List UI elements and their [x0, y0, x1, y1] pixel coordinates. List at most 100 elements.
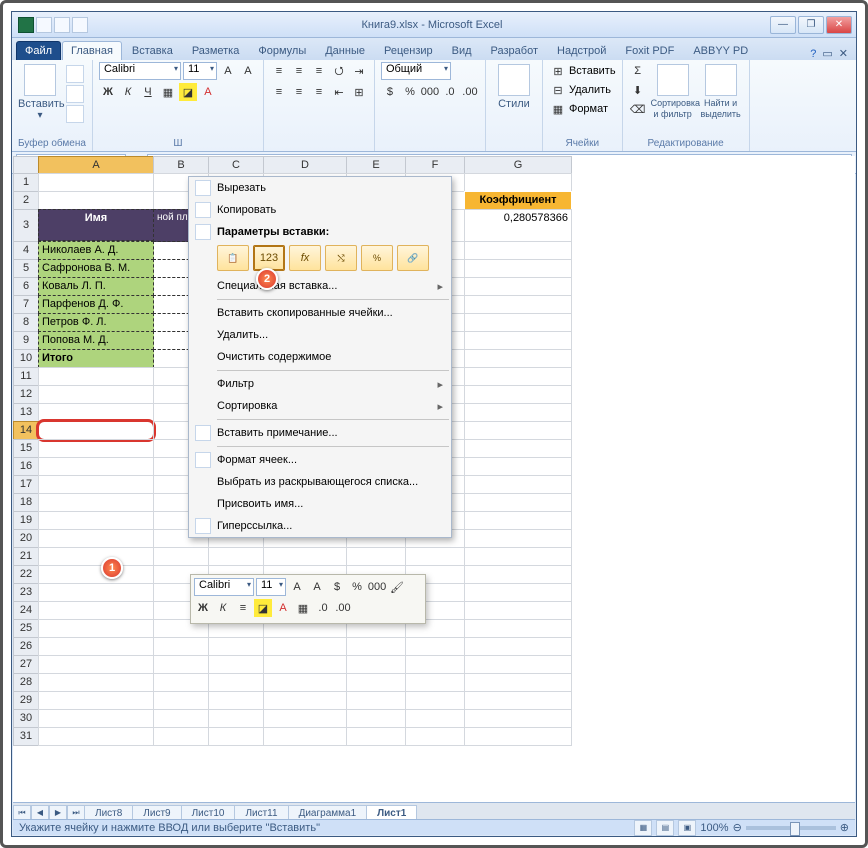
tab-view[interactable]: Вид: [443, 41, 481, 60]
cell[interactable]: [464, 367, 572, 386]
cell[interactable]: [38, 727, 154, 746]
col-header-A[interactable]: A: [38, 156, 154, 174]
font-name-combo[interactable]: Calibri: [99, 62, 181, 80]
cell[interactable]: [263, 547, 347, 566]
cell[interactable]: Попова М. Д.: [38, 331, 154, 350]
indent-dec-icon[interactable]: ⇤: [330, 83, 348, 101]
font-color-icon[interactable]: A: [199, 83, 217, 101]
col-header-E[interactable]: E: [346, 156, 406, 174]
cell[interactable]: [464, 349, 572, 368]
row-header-27[interactable]: 27: [13, 655, 39, 674]
orientation-icon[interactable]: ⭯: [330, 62, 348, 80]
tab-file[interactable]: Файл: [16, 41, 61, 60]
cell[interactable]: [38, 565, 154, 584]
cell[interactable]: [208, 655, 264, 674]
cell[interactable]: [38, 191, 154, 210]
mini-grow-font-icon[interactable]: A: [288, 578, 306, 596]
align-mid-icon[interactable]: ≡: [290, 62, 308, 80]
cell[interactable]: [38, 619, 154, 638]
tab-dev[interactable]: Разработ: [482, 41, 547, 60]
cell[interactable]: [208, 691, 264, 710]
row-header-1[interactable]: 1: [13, 173, 39, 192]
cell[interactable]: [208, 727, 264, 746]
mini-center-icon[interactable]: ≡: [234, 599, 252, 617]
mini-bold-button[interactable]: Ж: [194, 599, 212, 617]
cell[interactable]: [38, 475, 154, 494]
row-header-28[interactable]: 28: [13, 673, 39, 692]
number-format-combo[interactable]: Общий: [381, 62, 451, 80]
view-break-icon[interactable]: ▣: [678, 820, 696, 836]
font-size-combo[interactable]: 11: [183, 62, 217, 80]
view-normal-icon[interactable]: ▦: [634, 820, 652, 836]
underline-button[interactable]: Ч: [139, 83, 157, 101]
insert-cells-icon[interactable]: ⊞: [549, 62, 567, 80]
row-header-13[interactable]: 13: [13, 403, 39, 422]
cell[interactable]: [464, 331, 572, 350]
mini-fill-color-icon[interactable]: ◪: [254, 599, 272, 617]
doc-close-icon[interactable]: ✕: [839, 47, 848, 60]
qat-save-icon[interactable]: [36, 17, 52, 33]
ctx-delete[interactable]: Удалить...: [189, 324, 451, 346]
cell[interactable]: [38, 637, 154, 656]
cell[interactable]: [464, 655, 572, 674]
clear-icon[interactable]: ⌫: [629, 100, 647, 118]
cell[interactable]: [153, 691, 209, 710]
mini-shrink-font-icon[interactable]: A: [308, 578, 326, 596]
cell[interactable]: [464, 673, 572, 692]
cell[interactable]: [38, 583, 154, 602]
row-header-30[interactable]: 30: [13, 709, 39, 728]
tab-foxit[interactable]: Foxit PDF: [616, 41, 683, 60]
paste-button[interactable]: Вставить ▾: [18, 62, 62, 121]
mini-inc-dec-icon[interactable]: .0: [314, 599, 332, 617]
mini-comma-icon[interactable]: 000: [368, 578, 386, 596]
sort-filter-button[interactable]: Сортировка и фильтр: [651, 62, 695, 120]
ctx-filter[interactable]: Фильтр▸: [189, 373, 451, 395]
row-header-6[interactable]: 6: [13, 277, 39, 296]
cell[interactable]: [464, 277, 572, 296]
cell[interactable]: [464, 583, 572, 602]
cell[interactable]: [38, 457, 154, 476]
cell[interactable]: [38, 439, 154, 458]
row-header-9[interactable]: 9: [13, 331, 39, 350]
paste-opt-all[interactable]: 📋: [217, 245, 249, 271]
cell[interactable]: [405, 691, 465, 710]
cell[interactable]: [346, 673, 406, 692]
row-header-5[interactable]: 5: [13, 259, 39, 278]
row-header-2[interactable]: 2: [13, 191, 39, 210]
minimize-button[interactable]: —: [770, 16, 796, 34]
cell[interactable]: [464, 565, 572, 584]
cell[interactable]: [38, 709, 154, 728]
cell[interactable]: [464, 709, 572, 728]
cell[interactable]: [405, 709, 465, 728]
cell[interactable]: [38, 173, 154, 192]
cell[interactable]: [38, 403, 154, 422]
mini-italic-button[interactable]: К: [214, 599, 232, 617]
cell[interactable]: [263, 691, 347, 710]
cell[interactable]: [38, 367, 154, 386]
cell[interactable]: [38, 511, 154, 530]
cell[interactable]: [153, 727, 209, 746]
wrap-icon[interactable]: ⇥: [350, 62, 368, 80]
col-header-B[interactable]: B: [153, 156, 209, 174]
cell[interactable]: [464, 241, 572, 260]
col-header-G[interactable]: G: [464, 156, 572, 174]
cell[interactable]: [38, 547, 154, 566]
currency-icon[interactable]: $: [381, 83, 399, 101]
mini-border-icon[interactable]: ▦: [294, 599, 312, 617]
ribbon-min-icon[interactable]: ▭: [822, 47, 832, 60]
row-header-19[interactable]: 19: [13, 511, 39, 530]
help-icon[interactable]: ?: [810, 48, 816, 60]
cell[interactable]: Имя: [38, 209, 154, 241]
paste-opt-values[interactable]: 123: [253, 245, 285, 271]
autosum-icon[interactable]: Σ: [629, 62, 647, 80]
tab-insert[interactable]: Вставка: [123, 41, 182, 60]
mini-currency-icon[interactable]: $: [328, 578, 346, 596]
row-header-21[interactable]: 21: [13, 547, 39, 566]
ctx-insert-copied[interactable]: Вставить скопированные ячейки...: [189, 302, 451, 324]
cell[interactable]: [464, 691, 572, 710]
dec-decimal-icon[interactable]: .00: [461, 83, 479, 101]
cell[interactable]: [464, 259, 572, 278]
cell[interactable]: [464, 457, 572, 476]
tab-formulas[interactable]: Формулы: [249, 41, 315, 60]
styles-button[interactable]: Стили: [492, 62, 536, 110]
